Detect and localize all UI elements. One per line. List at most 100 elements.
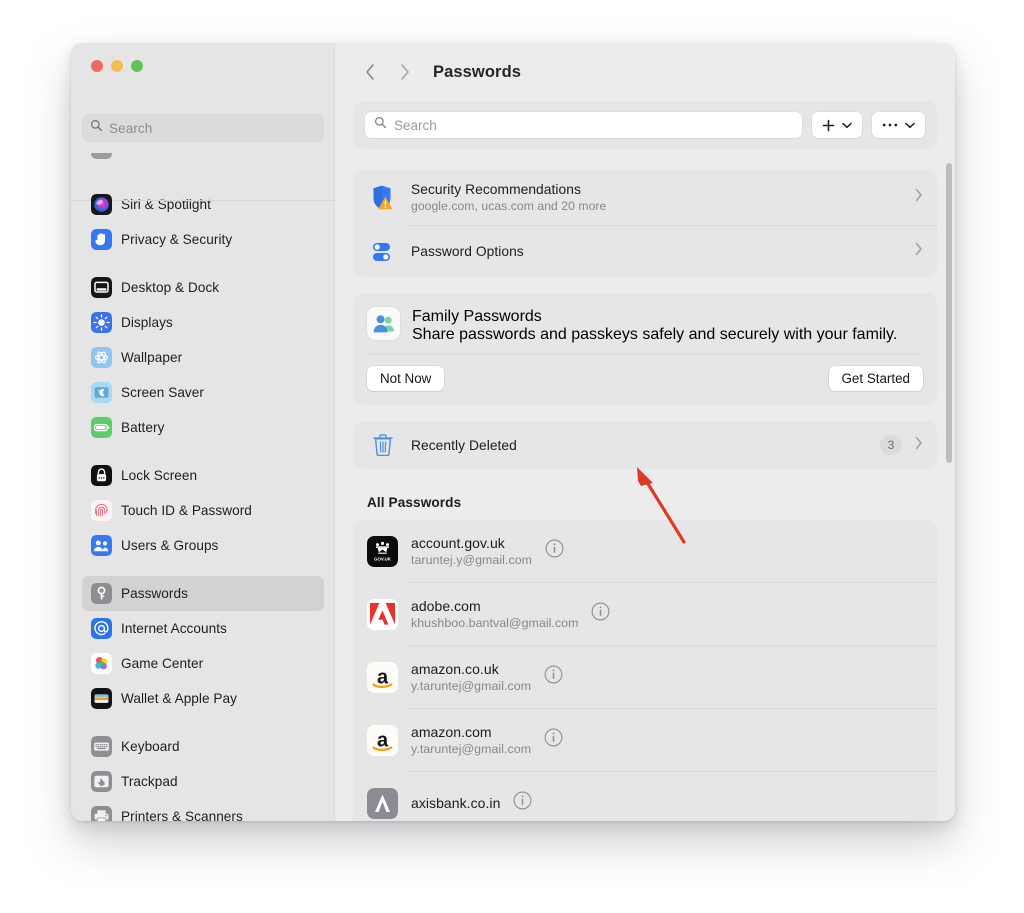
password-account: khushboo.bantval@gmail.com	[411, 616, 579, 630]
chevron-down-icon	[905, 122, 915, 128]
search-input[interactable]: Search	[365, 112, 802, 138]
family-passwords-header: Family Passwords Share passwords and pas…	[353, 293, 937, 354]
sidebar-item-touch-id-password[interactable]: Touch ID & Password	[82, 493, 324, 528]
sidebar-item-displays[interactable]: Displays	[82, 305, 324, 340]
touch-id-icon	[91, 500, 112, 521]
chevron-right-icon	[915, 242, 923, 261]
axisbank-icon	[367, 787, 398, 819]
all-passwords-header: All Passwords	[367, 495, 462, 510]
family-passwords-subtitle: Share passwords and passkeys safely and …	[412, 326, 898, 343]
forward-button[interactable]	[389, 57, 419, 87]
zoom-button[interactable]	[131, 60, 143, 72]
sidebar-item-partially-scrolled[interactable]	[82, 153, 324, 166]
sidebar-item-printers-scanners[interactable]: Printers & Scanners	[82, 799, 324, 821]
sidebar-search-placeholder: Search	[109, 120, 153, 136]
sidebar-item-privacy-security[interactable]: Privacy & Security	[82, 222, 324, 257]
password-list-item[interactable]: a amazon.co.uk y.taruntej@gmail.com	[353, 646, 937, 708]
info-icon[interactable]	[513, 791, 532, 815]
security-recommendations-row[interactable]: Security Recommendations google.com, uca…	[353, 169, 937, 225]
password-options-title: Password Options	[411, 244, 524, 259]
sidebar-item-label: Privacy & Security	[121, 232, 233, 247]
sidebar-item-label: Desktop & Dock	[121, 280, 220, 295]
family-passwords-title: Family Passwords	[412, 308, 542, 325]
chevron-right-icon	[915, 188, 923, 207]
at-sign-icon	[91, 618, 112, 639]
sidebar: Search Siri & Spotlight Privacy & Securi…	[71, 43, 335, 821]
close-button[interactable]	[91, 60, 103, 72]
sidebar-item-label: Battery	[121, 420, 165, 435]
password-list-item[interactable]: adobe.com khushboo.bantval@gmail.com	[353, 583, 937, 645]
password-site: account.gov.uk	[411, 535, 505, 551]
recently-deleted-count: 3	[880, 435, 902, 455]
chevron-right-icon	[400, 64, 409, 80]
recently-deleted-card: Recently Deleted 3	[353, 421, 937, 469]
search-placeholder: Search	[394, 117, 437, 133]
sidebar-item-label: Users & Groups	[121, 538, 219, 553]
password-options-row[interactable]: Password Options	[353, 226, 937, 277]
wallet-icon	[91, 688, 112, 709]
sidebar-item-desktop-dock[interactable]: Desktop & Dock	[82, 270, 324, 305]
sidebar-item-label: Internet Accounts	[121, 621, 227, 636]
trash-icon	[367, 430, 398, 461]
svg-text:GOV.UK: GOV.UK	[374, 556, 392, 561]
sidebar-partial-item[interactable]	[71, 153, 335, 187]
sidebar-item-label: Game Center	[121, 656, 204, 671]
sidebar-search-input[interactable]: Search	[82, 114, 324, 142]
security-card: Security Recommendations google.com, uca…	[353, 169, 937, 277]
adobe-icon	[367, 598, 398, 630]
info-icon[interactable]	[591, 602, 610, 626]
titlebar: Passwords	[335, 43, 955, 101]
family-passwords-actions: Not Now Get Started	[353, 355, 937, 405]
sidebar-item-game-center[interactable]: Game Center	[82, 646, 324, 681]
desktop-dock-icon	[91, 277, 112, 298]
sidebar-item-battery[interactable]: Battery	[82, 410, 324, 445]
back-button[interactable]	[355, 57, 385, 87]
page-title: Passwords	[433, 62, 522, 81]
password-list-item[interactable]: axisbank.co.in	[353, 772, 937, 821]
info-icon[interactable]	[544, 665, 563, 689]
privacy-hand-icon	[91, 229, 112, 250]
get-started-button[interactable]: Get Started	[828, 366, 923, 391]
info-icon[interactable]	[545, 539, 564, 563]
sidebar-item-trackpad[interactable]: Trackpad	[82, 764, 324, 799]
more-options-button[interactable]	[872, 112, 925, 138]
password-list-item[interactable]: GOV.UK account.gov.uk taruntej.y@gmail.com	[353, 520, 937, 582]
battery-icon	[91, 417, 112, 438]
settings-content[interactable]: Security Recommendations google.com, uca…	[335, 153, 955, 821]
sidebar-item-passwords[interactable]: Passwords	[82, 576, 324, 611]
password-list-item[interactable]: a amazon.com y.taruntej@gmail.com	[353, 709, 937, 771]
sidebar-item-label: Passwords	[121, 586, 188, 601]
chevron-right-icon	[915, 436, 923, 455]
shield-warning-icon	[367, 182, 398, 213]
sidebar-item-users-groups[interactable]: Users & Groups	[82, 528, 324, 563]
sidebar-item-siri-spotlight[interactable]: Siri & Spotlight	[82, 187, 324, 222]
recently-deleted-row[interactable]: Recently Deleted 3	[353, 421, 937, 469]
sidebar-item-internet-accounts[interactable]: Internet Accounts	[82, 611, 324, 646]
security-recommendations-title: Security Recommendations	[411, 181, 581, 197]
minimize-button[interactable]	[111, 60, 123, 72]
toggles-icon	[367, 236, 398, 267]
chevron-down-icon	[842, 122, 852, 128]
sidebar-item-label: Keyboard	[121, 739, 180, 754]
keyboard-icon	[91, 736, 112, 757]
sidebar-item-wallet-apple-pay[interactable]: Wallet & Apple Pay	[82, 681, 324, 716]
sidebar-item-keyboard[interactable]: Keyboard	[82, 729, 324, 764]
sidebar-item-screen-saver[interactable]: Screen Saver	[82, 375, 324, 410]
sidebar-item-label: Trackpad	[121, 774, 178, 789]
recently-deleted-title: Recently Deleted	[411, 437, 517, 453]
chevron-left-icon	[365, 64, 374, 80]
svg-text:a: a	[377, 666, 389, 688]
sidebar-item-label: Displays	[121, 315, 173, 330]
not-now-button[interactable]: Not Now	[367, 366, 445, 391]
govuk-icon: GOV.UK	[367, 535, 398, 567]
amazon-icon: a	[367, 661, 398, 693]
sidebar-scroll-area[interactable]: Siri & Spotlight Privacy & Security Desk…	[71, 153, 335, 821]
sidebar-item-lock-screen[interactable]: Lock Screen	[82, 458, 324, 493]
toolbar: Search	[353, 101, 937, 149]
vertical-scrollbar[interactable]	[946, 163, 952, 463]
info-icon[interactable]	[544, 728, 563, 752]
add-password-button[interactable]	[812, 112, 862, 138]
sidebar-item-wallpaper[interactable]: Wallpaper	[82, 340, 324, 375]
